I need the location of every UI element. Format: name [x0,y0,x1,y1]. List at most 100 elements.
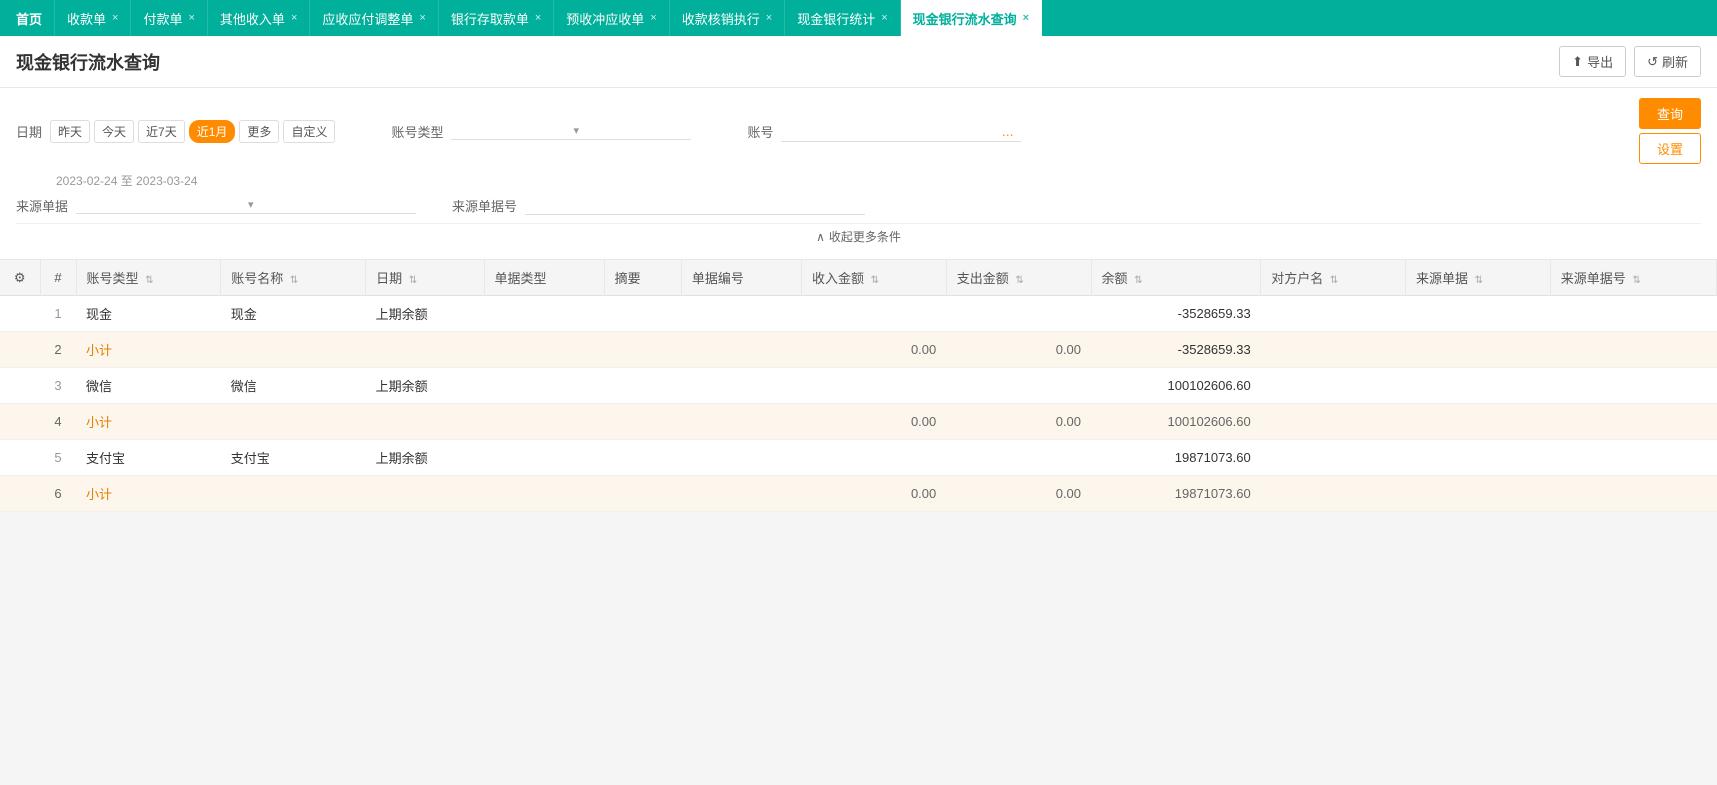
cell-expense: 0.00 [946,476,1091,512]
nav-other-income[interactable]: 其他收入单 × [208,0,310,36]
cell-account-name: 微信 [221,368,366,404]
settings-button[interactable]: 设置 [1639,133,1701,164]
cell-source-doc-no [1550,404,1716,440]
date-range-text: 2023-02-24 至 2023-03-24 [56,172,197,189]
cell-summary [604,296,681,332]
nav-cash-bank-stat-close[interactable]: × [881,13,887,24]
col-summary: 摘要 [604,260,681,296]
nav-cash-bank-flow-close[interactable]: × [1023,13,1029,24]
cell-summary [604,476,681,512]
cell-settings [0,404,40,440]
cell-source-doc-no [1550,332,1716,368]
table-body: 1现金现金上期余额-3528659.332小计0.000.00-3528659.… [0,296,1717,512]
date-btn-custom[interactable]: 自定义 [283,120,335,143]
col-counterpart[interactable]: 对方户名 ⇅ [1261,260,1406,296]
nav-payment-close[interactable]: × [188,13,194,24]
date-btn-1month[interactable]: 近1月 [189,120,236,143]
nav-bank-deposit-label: 银行存取款单 [451,9,529,28]
cell-date [366,332,484,368]
data-table: ⚙ # 账号类型 ⇅ 账号名称 ⇅ 日期 ⇅ 单据类型 [0,260,1717,512]
nav-prepaid-offset[interactable]: 预收冲应收单 × [554,0,669,36]
col-income-label: 收入金额 [812,271,864,286]
account-input[interactable] [785,123,997,138]
cell-source-doc [1405,404,1550,440]
nav-other-income-close[interactable]: × [291,13,297,24]
account-input-wrap: ... [781,121,1021,142]
cell-date [366,476,484,512]
table-row: 4小计0.000.00100102606.60 [0,404,1717,440]
nav-cash-bank-stat-label: 现金银行统计 [797,9,875,28]
source-doc-group: 来源单据 ▾ [16,196,416,215]
col-source-doc-no-label: 来源单据号 [1561,271,1626,286]
cell-row-num: 4 [40,404,76,440]
nav-ar-ap-adjust[interactable]: 应收应付调整单 × [310,0,438,36]
col-income[interactable]: 收入金额 ⇅ [801,260,946,296]
table-wrap: ⚙ # 账号类型 ⇅ 账号名称 ⇅ 日期 ⇅ 单据类型 [0,260,1717,512]
source-doc-select[interactable]: ▾ [76,196,416,214]
date-btn-7days[interactable]: 近7天 [138,120,185,143]
cell-summary [604,404,681,440]
cell-account-type: 支付宝 [76,440,221,476]
col-balance[interactable]: 余额 ⇅ [1091,260,1261,296]
col-source-doc-no[interactable]: 来源单据号 ⇅ [1550,260,1716,296]
nav-prepaid-offset-close[interactable]: × [650,13,656,24]
nav-bank-deposit-close[interactable]: × [535,13,541,24]
collapse-label: 收起更多条件 [829,228,901,245]
nav-cash-bank-flow[interactable]: 现金银行流水查询 × [901,0,1042,36]
col-balance-label: 余额 [1102,271,1128,286]
page-title: 现金银行流水查询 [16,49,160,75]
nav-receipt-writeoff-close[interactable]: × [766,13,772,24]
account-ellipsis-button[interactable]: ... [998,123,1018,139]
cell-doc-type [484,404,604,440]
cell-date: 上期余额 [366,296,484,332]
col-expense[interactable]: 支出金额 ⇅ [946,260,1091,296]
cell-account-type: 微信 [76,368,221,404]
nav-receipt[interactable]: 收款单 × [55,0,131,36]
header-actions: ⬆ 导出 ↺ 刷新 [1559,46,1701,77]
nav-home-label: 首页 [16,9,42,28]
cell-counterpart [1261,368,1406,404]
col-date[interactable]: 日期 ⇅ [366,260,484,296]
table-row: 6小计0.000.0019871073.60 [0,476,1717,512]
source-doc-no-input[interactable] [529,197,861,212]
refresh-button[interactable]: ↺ 刷新 [1634,46,1701,77]
settings-icon[interactable]: ⚙ [14,270,26,285]
collapse-bar[interactable]: ∧ 收起更多条件 [16,223,1701,249]
cell-doc-no [681,368,801,404]
cell-balance: -3528659.33 [1091,296,1261,332]
col-expense-sort-icon: ⇅ [1015,275,1023,286]
nav-cash-bank-stat[interactable]: 现金银行统计 × [785,0,900,36]
cell-expense: 0.00 [946,404,1091,440]
cell-doc-type [484,368,604,404]
cell-source-doc [1405,476,1550,512]
nav-ar-ap-adjust-close[interactable]: × [419,13,425,24]
col-settings[interactable]: ⚙ [0,260,40,296]
refresh-icon: ↺ [1647,54,1658,70]
nav-bank-deposit[interactable]: 银行存取款单 × [439,0,554,36]
col-account-name[interactable]: 账号名称 ⇅ [221,260,366,296]
nav-ar-ap-adjust-label: 应收应付调整单 [322,9,413,28]
cell-balance: 100102606.60 [1091,404,1261,440]
cell-settings [0,296,40,332]
export-button[interactable]: ⬆ 导出 [1559,46,1626,77]
account-type-select[interactable]: ▾ [451,122,691,140]
filter-area: 日期 昨天 今天 近7天 近1月 更多 自定义 账号类型 ▾ 账号 ... [0,88,1717,260]
cell-row-num: 2 [40,332,76,368]
nav-receipt-writeoff[interactable]: 收款核销执行 × [670,0,785,36]
cell-income: 0.00 [801,404,946,440]
nav-receipt-close[interactable]: × [112,13,118,24]
date-range-display: 2023-02-24 至 2023-03-24 [16,172,1701,189]
nav-payment[interactable]: 付款单 × [131,0,207,36]
cell-income [801,368,946,404]
cell-summary [604,368,681,404]
source-doc-no-label: 来源单据号 [452,196,517,215]
date-btn-more[interactable]: 更多 [239,120,279,143]
nav-home[interactable]: 首页 [4,0,55,36]
query-button[interactable]: 查询 [1639,98,1701,129]
col-source-doc[interactable]: 来源单据 ⇅ [1405,260,1550,296]
date-btn-today[interactable]: 今天 [94,120,134,143]
date-btn-yesterday[interactable]: 昨天 [50,120,90,143]
col-doc-type: 单据类型 [484,260,604,296]
col-expense-label: 支出金额 [957,271,1009,286]
col-account-type[interactable]: 账号类型 ⇅ [76,260,221,296]
